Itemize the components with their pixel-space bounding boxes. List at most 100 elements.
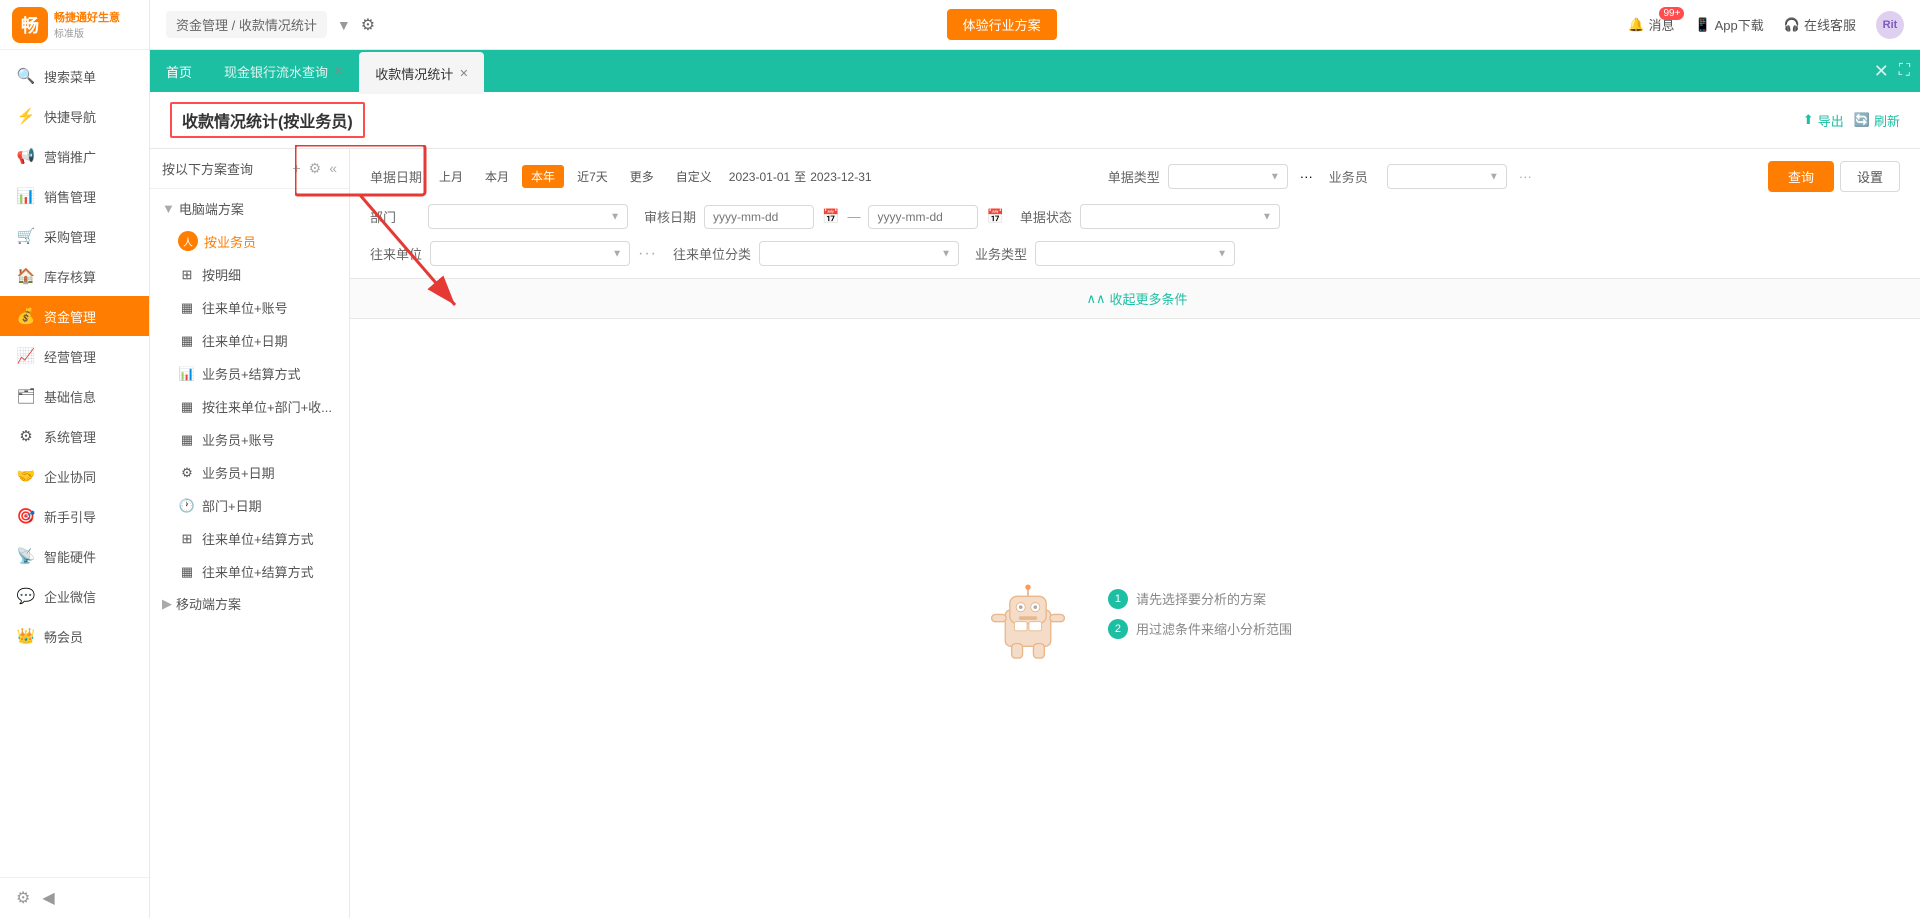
topbar-gear-icon[interactable]: ⚙ — [361, 15, 375, 35]
enterprise-icon: 🤝 — [16, 466, 36, 486]
collapse-bar[interactable]: ∧∧ 收起更多条件 — [350, 279, 1920, 319]
sidebar-item-system[interactable]: ⚙ 系统管理 — [0, 416, 149, 456]
sidebar-item-hardware[interactable]: 📡 智能硬件 — [0, 536, 149, 576]
sidebar-item-guide[interactable]: 🎯 新手引导 — [0, 496, 149, 536]
scheme-group-mobile: ▶ 移动端方案 — [150, 588, 349, 619]
partner-settle2-icon: ⊞ — [178, 530, 196, 548]
sidebar-item-marketing[interactable]: 📢 营销推广 — [0, 136, 149, 176]
active-dot-icon: 人 — [178, 231, 198, 251]
date-tab-this-year[interactable]: 本年 — [522, 165, 564, 188]
scheme-list: ▼ 电脑端方案 人 按业务员 ⊞ 按明细 ▦ 往 — [150, 189, 349, 918]
app-download-action[interactable]: 📱 App下载 — [1694, 15, 1763, 34]
mobile-group-arrow: ▶ — [162, 596, 172, 612]
date-tabs: 上月 本月 本年 近7天 更多 自定义 — [430, 165, 721, 188]
partner-dots[interactable]: ··· — [638, 245, 657, 263]
sidebar-item-capital[interactable]: 💰 资金管理 — [0, 296, 149, 336]
left-panel: 按以下方案查询 + ⚙ « ▼ 电脑端方案 — [150, 149, 350, 918]
date-tab-more[interactable]: 更多 — [621, 165, 663, 188]
salesman-more-icon[interactable]: ··· — [1519, 169, 1532, 184]
salesman-select[interactable] — [1387, 164, 1507, 189]
scheme-gear-icon[interactable]: ⚙ — [309, 160, 322, 177]
scheme-item-salesman-date[interactable]: ⚙ 业务员+日期 — [150, 456, 349, 489]
partner-label: 往来单位 — [370, 244, 422, 263]
refresh-btn[interactable]: 🔄 刷新 — [1854, 111, 1900, 130]
scheme-add-icon[interactable]: + — [292, 160, 300, 177]
empty-robot-illustration — [978, 569, 1078, 669]
dept-label: 部门 — [370, 207, 420, 226]
date-tab-custom[interactable]: 自定义 — [667, 165, 721, 188]
scheme-item-partner-settle3[interactable]: ▦ 往来单位+结算方式 — [150, 555, 349, 588]
sidebar-item-search[interactable]: 🔍 搜索菜单 — [0, 56, 149, 96]
partner-select[interactable] — [430, 241, 630, 266]
sidebar-item-wechat[interactable]: 💬 企业微信 — [0, 576, 149, 616]
partner-category-select-wrapper — [759, 241, 959, 266]
export-btn[interactable]: ⬆ 导出 — [1803, 111, 1844, 130]
settings-bottom-icon[interactable]: ⚙ — [16, 888, 30, 908]
date-tab-7days[interactable]: 近7天 — [568, 165, 617, 188]
trial-btn[interactable]: 体验行业方案 — [947, 9, 1057, 40]
scheme-item-by-salesman[interactable]: 人 按业务员 — [150, 224, 349, 258]
audit-date-to[interactable] — [868, 205, 978, 229]
filter-salesman-item: 业务员 ··· — [1329, 164, 1532, 189]
tab-collection-close[interactable]: ✕ — [459, 67, 468, 80]
detail-icon: ⊞ — [178, 266, 196, 284]
scheme-item-by-detail[interactable]: ⊞ 按明细 — [150, 258, 349, 291]
date-tab-this-month[interactable]: 本月 — [476, 165, 518, 188]
breadcrumb: 资金管理 / 收款情况统计 — [166, 11, 327, 38]
body-layout: 按以下方案查询 + ⚙ « ▼ 电脑端方案 — [150, 149, 1920, 918]
audit-date-from[interactable] — [704, 205, 814, 229]
breadcrumb-arrow[interactable]: ▼ — [337, 17, 351, 33]
cal-icon-to: 📅 — [986, 208, 1003, 225]
message-icon: 🔔 — [1628, 17, 1644, 33]
sidebar-item-inventory[interactable]: 🏠 库存核算 — [0, 256, 149, 296]
left-panel-header: 按以下方案查询 + ⚙ « — [150, 149, 349, 189]
sidebar-item-operation[interactable]: 📈 经营管理 — [0, 336, 149, 376]
sidebar-item-quicknav[interactable]: ⚡ 快捷导航 — [0, 96, 149, 136]
scheme-item-salesman-account[interactable]: ▦ 业务员+账号 — [150, 423, 349, 456]
message-action[interactable]: 🔔 消息 99+ — [1628, 15, 1674, 34]
sidebar-item-purchase[interactable]: 🛒 采购管理 — [0, 216, 149, 256]
scheme-item-partner-account[interactable]: ▦ 往来单位+账号 — [150, 291, 349, 324]
partner-category-select[interactable] — [759, 241, 959, 266]
online-service-action[interactable]: 🎧 在线客服 — [1784, 15, 1856, 34]
collapse-sidebar-icon[interactable]: ◀ — [42, 888, 54, 908]
empty-container: 1 请先选择要分析的方案 2 用过滤条件来缩小分析范围 — [978, 569, 1292, 669]
scheme-item-partner-settle2[interactable]: ⊞ 往来单位+结算方式 — [150, 522, 349, 555]
tab-collection[interactable]: 收款情况统计 ✕ — [359, 52, 484, 94]
scheme-group-pc-header[interactable]: ▼ 电脑端方案 — [150, 193, 349, 224]
date-tab-last-month[interactable]: 上月 — [430, 165, 472, 188]
scheme-icons: + ⚙ « — [292, 160, 337, 177]
sidebar-item-sales[interactable]: 📊 销售管理 — [0, 176, 149, 216]
dept-select[interactable] — [428, 204, 628, 229]
scheme-group-mobile-header[interactable]: ▶ 移动端方案 — [150, 588, 349, 619]
scheme-collapse-icon[interactable]: « — [329, 160, 337, 177]
tabbar-close-all[interactable]: ✕ — [1874, 61, 1889, 82]
set-btn[interactable]: 设置 — [1840, 161, 1900, 192]
sidebar-item-member[interactable]: 👑 畅会员 — [0, 616, 149, 656]
guide-icon: 🎯 — [16, 506, 36, 526]
bill-type-select[interactable] — [1168, 164, 1288, 189]
query-btn[interactable]: 查询 — [1768, 161, 1834, 192]
tab-bank-close[interactable]: ✕ — [334, 65, 343, 78]
filter-dept-item: 部门 — [370, 204, 628, 229]
tab-home[interactable]: 首页 — [150, 50, 208, 92]
tabbar-expand[interactable]: ⛶ — [1899, 62, 1910, 80]
scheme-item-dept-date[interactable]: 🕐 部门+日期 — [150, 489, 349, 522]
sidebar-item-basic[interactable]: 🗂 基础信息 — [0, 376, 149, 416]
inventory-icon: 🏠 — [16, 266, 36, 286]
tabbar-right: ✕ ⛶ — [1874, 61, 1920, 82]
bill-status-label: 单据状态 — [1020, 207, 1072, 226]
biz-type-select[interactable] — [1035, 241, 1235, 266]
user-avatar[interactable]: Rit — [1876, 11, 1904, 39]
salesman-account-icon: ▦ — [178, 431, 196, 449]
export-icon: ⬆ — [1803, 112, 1814, 128]
tab-bank[interactable]: 现金银行流水查询 ✕ — [208, 50, 359, 92]
sidebar-item-enterprise[interactable]: 🤝 企业协同 — [0, 456, 149, 496]
scheme-item-partner-date[interactable]: ▦ 往来单位+日期 — [150, 324, 349, 357]
filter-bill-status-item: 单据状态 — [1020, 204, 1280, 229]
scheme-item-salesman-settle[interactable]: 📊 业务员+结算方式 — [150, 357, 349, 390]
dept-date-icon: 🕐 — [178, 497, 196, 515]
bill-status-select[interactable] — [1080, 204, 1280, 229]
audit-date-label: 审核日期 — [644, 207, 696, 226]
scheme-item-partner-dept[interactable]: ▦ 按往来单位+部门+收... — [150, 390, 349, 423]
